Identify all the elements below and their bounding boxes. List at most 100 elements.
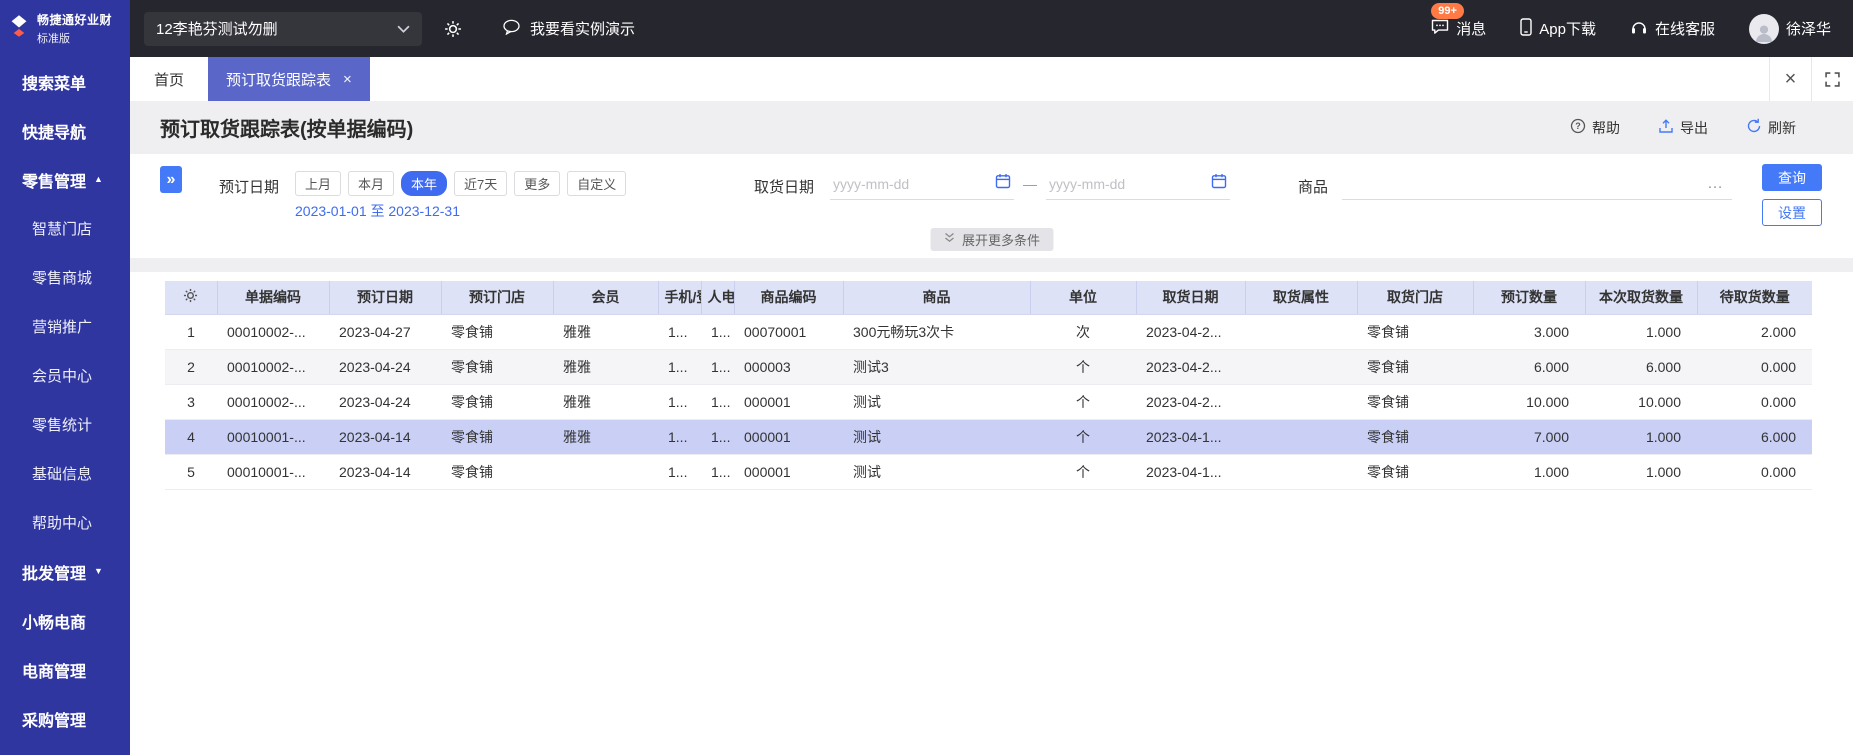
cell: 10.000 (1585, 384, 1697, 420)
sidebar: 搜索菜单快捷导航 零售管理 ▲ 智慧门店零售商城 营销推广会员中心零售统计 基础信息 帮助中… (0, 57, 130, 755)
column-header[interactable]: 人电 (701, 281, 735, 315)
close-tab-icon[interactable]: × (343, 71, 352, 88)
messages-label: 消息 (1456, 21, 1487, 38)
cell: 000003 (734, 349, 843, 385)
pickup-date-end-input[interactable]: yyyy-mm-dd (1046, 168, 1230, 200)
quick-date-option[interactable]: 本年 (401, 171, 448, 196)
sidebar-item[interactable]: 搜索菜单 (0, 57, 130, 106)
column-header[interactable]: 待取货数量 (1697, 281, 1812, 315)
tab-home[interactable]: 首页 (130, 57, 208, 101)
cell: 零食铺 (441, 384, 553, 420)
table-row[interactable]: 2 00010002-... 2023-04-24 零食铺 雅雅 1... 1... 0000… (165, 349, 1812, 385)
messages-button[interactable]: 99+ 消息 (1431, 3, 1487, 39)
help-button[interactable]: ? 帮助 (1570, 118, 1620, 138)
export-button[interactable]: 导出 (1658, 118, 1708, 138)
quick-date-option[interactable]: 更多 (514, 171, 561, 196)
tab-pickup-tracking[interactable]: 预订取货跟踪表 × (208, 57, 370, 101)
speech-bubble-icon (502, 19, 521, 39)
search-button[interactable]: 查询 (1762, 164, 1822, 191)
sidebar-item-label: 搜索菜单 (22, 75, 87, 93)
date-placeholder: yyyy-mm-dd (1049, 175, 1126, 192)
sidebar-item[interactable]: 基础信息 (0, 449, 130, 498)
table-settings-icon[interactable] (165, 281, 218, 315)
cell: 2023-04-14 (329, 454, 441, 490)
calendar-icon[interactable] (995, 173, 1011, 194)
column-header[interactable]: 单位 (1030, 281, 1137, 315)
brand-edition: 标准版 (37, 33, 70, 45)
sidebar-item-label: 智慧门店 (32, 221, 93, 238)
user-menu[interactable]: 徐泽华 (1748, 13, 1831, 44)
cell: 个 (1030, 454, 1136, 490)
quick-date-option[interactable]: 自定义 (567, 171, 627, 196)
date-range-separator: — (1023, 176, 1037, 192)
column-header[interactable]: 取货门店 (1357, 281, 1474, 315)
caret-up-icon: ▲ (94, 174, 103, 184)
column-header[interactable]: 本次取货数量 (1585, 281, 1698, 315)
message-bubble-icon (1431, 19, 1449, 39)
refresh-button[interactable]: 刷新 (1746, 118, 1796, 138)
cell: 2023-04-24 (329, 349, 441, 385)
pickup-date-start-input[interactable]: yyyy-mm-dd (830, 168, 1014, 200)
sidebar-item[interactable]: 帮助中心 (0, 498, 130, 547)
fullscreen-icon[interactable] (1811, 57, 1853, 101)
ellipsis-icon[interactable]: … (1707, 175, 1724, 191)
close-icon[interactable]: × (1769, 57, 1811, 101)
table-row[interactable]: 4 00010001-... 2023-04-14 零食铺 雅雅 1... 1... 0000… (165, 419, 1812, 455)
username: 徐泽华 (1785, 21, 1831, 38)
table-row[interactable]: 5 00010001-... 2023-04-14 零食铺 1... 1... 000001… (165, 454, 1812, 490)
column-header[interactable]: 预订数量 (1473, 281, 1586, 315)
cell: 2023-04-2... (1136, 384, 1245, 420)
column-header[interactable]: 预订日期 (329, 281, 442, 315)
account-dropdown[interactable]: 12李艳芬测试勿删 (144, 11, 422, 46)
column-header[interactable]: 商品编码 (734, 281, 844, 315)
sidebar-item[interactable]: 零售统计 (0, 400, 130, 449)
quick-date-option[interactable]: 近7天 (454, 171, 508, 196)
cell: 6.000 (1697, 419, 1812, 455)
column-header[interactable]: 会员 (553, 281, 659, 315)
column-header[interactable]: 手机/登 (658, 281, 702, 315)
sidebar-item[interactable]: 会员中心 (0, 351, 130, 400)
settings-button[interactable]: 设置 (1762, 199, 1822, 226)
column-header[interactable]: 取货日期 (1136, 281, 1246, 315)
expand-more-button[interactable]: 展开更多条件 (929, 228, 1054, 251)
cell: 000001 (734, 419, 843, 455)
main-area: 首页 预订取货跟踪表 × × 预订取货跟踪表(按单据编码) ? 帮助 导出 刷新… (130, 57, 1853, 755)
cell: 1... (701, 454, 734, 490)
column-header[interactable]: 预订门店 (441, 281, 554, 315)
cell: 2023-04-2... (1136, 314, 1245, 350)
demo-link[interactable]: 我要看实例演示 (502, 18, 635, 39)
sidebar-item[interactable]: 零售商城 (0, 253, 130, 302)
brand-logo: 畅捷通好业财 标准版 (0, 0, 130, 57)
table-row[interactable]: 3 00010002-... 2023-04-24 零食铺 雅雅 1... 1... 0000… (165, 384, 1812, 420)
cell: 个 (1030, 384, 1136, 420)
filter-panel: » 预订日期 上月 本月 本年 近7天 更多 自定义 2023-01-01 至 2023-… (130, 154, 1853, 258)
column-header[interactable]: 单据编码 (217, 281, 330, 315)
collapse-filter-button[interactable]: » (160, 166, 182, 193)
sidebar-item[interactable]: 批发管理 ▼ (0, 547, 130, 596)
online-service-button[interactable]: 在线客服 (1630, 18, 1715, 39)
sidebar-item[interactable]: 快捷导航 (0, 106, 130, 155)
sidebar-item[interactable]: 电商管理 (0, 645, 130, 694)
quick-date-option[interactable]: 上月 (295, 171, 342, 196)
cell: 零食铺 (441, 314, 553, 350)
sidebar-item[interactable]: 采购管理 (0, 694, 130, 743)
tabbar-tools: × (1769, 57, 1853, 101)
app-download-button[interactable]: App下载 (1520, 17, 1596, 40)
selected-date-range[interactable]: 2023-01-01 至 2023-12-31 (295, 201, 460, 221)
sidebar-item[interactable]: 零售管理 ▲ (0, 155, 130, 204)
sidebar-item[interactable]: 智慧门店 (0, 204, 130, 253)
sidebar-item[interactable]: 营销推广 (0, 302, 130, 351)
cell: 雅雅 (553, 384, 658, 420)
table-row[interactable]: 1 00010002-... 2023-04-27 零食铺 雅雅 1... 1... 0007… (165, 314, 1812, 350)
refresh-label: 刷新 (1768, 119, 1796, 136)
calendar-icon[interactable] (1211, 173, 1227, 194)
sidebar-item[interactable]: 小畅电商 (0, 596, 130, 645)
column-header[interactable]: 商品 (843, 281, 1031, 315)
sidebar-item-label: 会员中心 (32, 368, 93, 385)
gear-icon[interactable] (444, 20, 462, 38)
product-input[interactable]: … (1342, 168, 1732, 200)
quick-date-option[interactable]: 本月 (348, 171, 395, 196)
online-service-label: 在线客服 (1654, 21, 1715, 38)
column-header[interactable]: 取货属性 (1245, 281, 1358, 315)
cell: 测试 (843, 384, 1030, 420)
